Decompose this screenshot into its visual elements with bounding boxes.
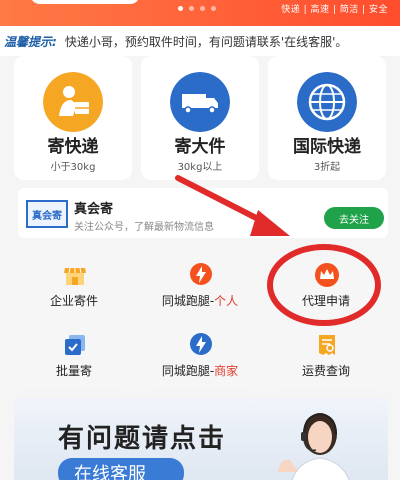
service-subtitle: 30kg以上 [177,162,223,173]
tile-errand-personal[interactable]: 同城跑腿-个人 [144,256,256,318]
tile-label: 批量寄 [55,364,92,378]
service-subtitle: 3折起 [313,162,341,173]
tile-label: 代理申请 [301,294,350,308]
banner-search-box[interactable] [30,0,140,4]
service-card-international[interactable]: 国际快递 3折起 [268,56,386,180]
tile-freight-query[interactable]: 运费查询 [270,326,382,388]
store-icon [64,267,86,285]
tile-enterprise-shipping[interactable]: 企业寄件 [18,256,130,318]
service-title: 国际快递 [293,137,361,157]
carousel-dot[interactable] [200,6,205,11]
lightning-blue-icon [190,333,212,355]
follow-button[interactable]: 去关注 [324,207,384,229]
tile-errand-merchant[interactable]: 同城跑腿-商家 [144,326,256,388]
tile-label: 企业寄件 [49,294,98,308]
receipt-icon [319,335,335,355]
notice-text: 快递小哥，预约取件时间，有问题请联系'在线客服'。 [64,34,348,49]
crown-icon [315,263,339,287]
support-banner[interactable]: 有问题请点击 在线客服 [14,398,388,480]
service-title: 寄快递 [47,137,99,157]
globe-icon [297,72,357,132]
follow-account-card: 真会寄 真会寄 关注公众号，了解最新物流信息 去关注 [18,188,388,238]
service-card-bulky[interactable]: 寄大件 30kg以上 [141,56,259,180]
online-service-button[interactable]: 在线客服 [58,458,184,480]
truck-icon [170,72,230,132]
tile-label: 同城跑腿-商家 [161,364,239,378]
top-banner[interactable]: 快递 | 高速 | 简洁 | 安全 [0,0,400,26]
carousel-dot[interactable] [189,6,194,11]
carousel-dot[interactable] [211,6,216,11]
account-name: 真会寄 [74,202,114,217]
delivery-person-icon [43,72,103,132]
lightning-orange-icon [190,263,212,285]
service-subtitle: 小于30kg [50,162,96,173]
batch-icon [65,335,85,355]
service-title: 寄大件 [174,137,226,157]
customer-service-agent-image [278,412,350,480]
support-banner-title: 有问题请点击 [58,424,227,454]
account-description: 关注公众号，了解最新物流信息 [74,222,214,233]
tile-label: 运费查询 [301,364,350,378]
account-logo: 真会寄 [26,200,68,228]
banner-tags: 快递 | 高速 | 简洁 | 安全 [281,5,388,15]
notice-bar: 温馨提示: 快递小哥，预约取件时间，有问题请联系'在线客服'。 [0,26,400,56]
tile-agent-application[interactable]: 代理申请 [270,256,382,318]
carousel-dots [178,6,216,11]
tile-batch-shipping[interactable]: 批量寄 [18,326,130,388]
service-card-express[interactable]: 寄快递 小于30kg [14,56,132,180]
tile-label: 同城跑腿-个人 [161,294,239,308]
notice-label: 温馨提示: [4,34,57,49]
carousel-dot[interactable] [178,6,183,11]
